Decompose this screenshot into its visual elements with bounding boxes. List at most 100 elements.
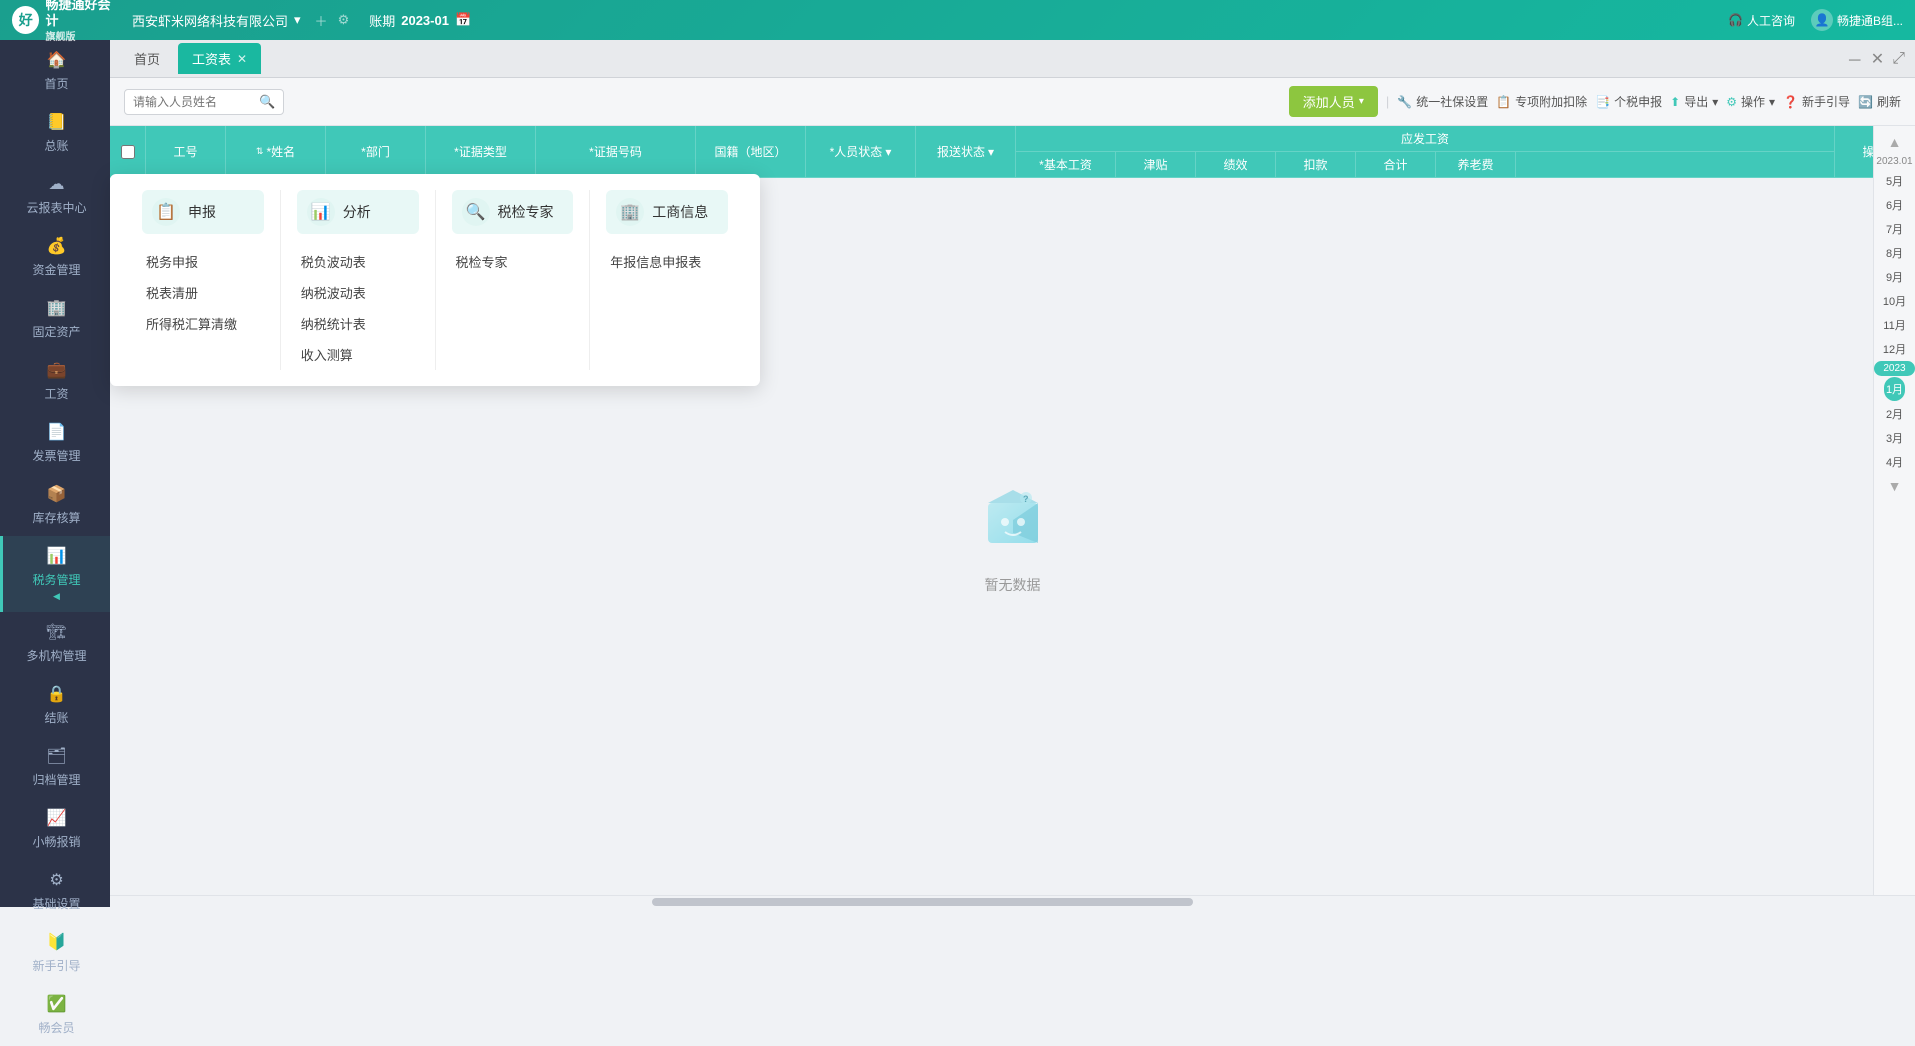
dropdown-section-analysis: 📊 分析 税负波动表 纳税波动表 纳税统计表 收入测算 [281, 190, 436, 370]
add-person-dropdown-icon: ▾ [1359, 96, 1364, 107]
sidebar-label-assets: 固定资产 [32, 323, 80, 340]
menu-annual-report[interactable]: 年报信息申报表 [606, 246, 728, 277]
menu-tax-dynamic[interactable]: 纳税波动表 [297, 277, 419, 308]
month-4[interactable]: 4月 [1874, 450, 1915, 474]
search-icon[interactable]: 🔍 [259, 94, 275, 110]
sidebar-item-inventory[interactable]: 📦 库存核算 [0, 474, 110, 536]
year-nav-down[interactable]: ▼ [1884, 474, 1906, 498]
month-6[interactable]: 6月 [1874, 193, 1915, 217]
period-display: 账期 2023-01 📅 [369, 11, 471, 30]
window-minimize-icon[interactable]: － [1847, 47, 1863, 71]
window-expand-icon[interactable]: ⤢ [1892, 50, 1905, 68]
sidebar-label-ledger: 总账 [44, 137, 68, 154]
sort-icon: ⇅ [256, 146, 264, 157]
th-idtype: *证据类型 [426, 126, 536, 177]
window-close-icon[interactable]: ✕ [1871, 49, 1884, 69]
app-name: 畅捷通好会计 [45, 0, 122, 28]
month-9[interactable]: 9月 [1874, 265, 1915, 289]
th-status[interactable]: *人员状态 ▾ [806, 126, 916, 177]
select-all-checkbox[interactable] [121, 145, 135, 159]
sidebar-item-assets[interactable]: 🏢 固定资产 [0, 288, 110, 350]
sidebar-label-invoice: 发票管理 [32, 447, 80, 464]
month-2[interactable]: 2月 [1874, 402, 1915, 426]
menu-income-test[interactable]: 收入测算 [297, 339, 419, 370]
sidebar-label-tax: 税务管理 [32, 571, 80, 588]
export-btn[interactable]: ⬆ 导出 ▾ [1670, 93, 1718, 110]
sidebar-item-member[interactable]: ✅ 畅会员 [0, 984, 110, 1046]
sidebar-item-archive[interactable]: 🗂 归档管理 [0, 736, 110, 798]
year-nav-up[interactable]: ▲ [1884, 130, 1906, 154]
sidebar-item-guide[interactable]: 🔰 新手引导 [0, 922, 110, 984]
export-icon: ⬆ [1670, 95, 1680, 109]
tab-salary-table[interactable]: 工资表 ✕ [178, 43, 261, 74]
help-btn[interactable]: 🎧 人工咨询 [1728, 12, 1795, 29]
company-selector[interactable]: 西安虾米网络科技有限公司 ▾ [132, 11, 301, 30]
th-region: 国籍（地区） [696, 126, 806, 177]
sidebar-item-home[interactable]: 🏠 首页 [0, 40, 110, 102]
sidebar-collapse-icon: ◀ [53, 591, 60, 602]
add-company-btn[interactable]: ＋ [315, 11, 328, 30]
month-1[interactable]: 1月 [1884, 377, 1905, 401]
sidebar-item-tax[interactable]: 📊 税务管理 ◀ [0, 536, 110, 612]
th-submit[interactable]: 报送状态 ▾ [916, 126, 1016, 177]
invoice-icon: 📄 [47, 422, 67, 442]
operate-btn[interactable]: ⚙ 操作 ▾ [1726, 93, 1775, 110]
member-icon: ✅ [47, 994, 67, 1014]
add-person-button[interactable]: 添加人员 ▾ [1289, 86, 1378, 117]
tab-home[interactable]: 首页 [120, 43, 174, 74]
month-8[interactable]: 8月 [1874, 241, 1915, 265]
special-deduct-btn[interactable]: 📋 专项附加扣除 [1496, 93, 1587, 110]
sidebar-item-invoice[interactable]: 📄 发票管理 [0, 412, 110, 474]
th-idno: *证据号码 [536, 126, 696, 177]
report-icon: 📈 [47, 808, 67, 828]
sidebar-item-fund[interactable]: 💰 资金管理 [0, 226, 110, 288]
sidebar-item-settings[interactable]: ⚙ 基础设置 [0, 860, 110, 922]
calendar-icon[interactable]: 📅 [455, 12, 471, 28]
wage-sub-headers: *基本工资 津贴 绩效 扣款 合计 养老费 [1016, 152, 1834, 177]
month-7[interactable]: 7月 [1874, 217, 1915, 241]
fund-icon: 💰 [47, 236, 67, 256]
month-11[interactable]: 11月 [1874, 313, 1915, 337]
tax-return-btn[interactable]: 📑 个税申报 [1595, 93, 1662, 110]
menu-tax-expert[interactable]: 税检专家 [452, 246, 574, 277]
refresh-btn[interactable]: 🔄 刷新 [1858, 93, 1901, 110]
sidebar-item-cloud[interactable]: ☁ 云报表中心 [0, 164, 110, 226]
logo-icon: 好 [12, 6, 39, 34]
company-dropdown-icon[interactable]: ▾ [294, 12, 301, 28]
sidebar-label-salary: 工资 [44, 385, 68, 402]
menu-tax-declare[interactable]: 税务申报 [142, 246, 264, 277]
month-12[interactable]: 12月 [1874, 337, 1915, 361]
th-pension: 养老费 [1436, 152, 1516, 177]
tab-close-icon[interactable]: ✕ [237, 52, 247, 66]
sidebar-item-multi[interactable]: 🏗 多机构管理 [0, 612, 110, 674]
sidebar-item-salary[interactable]: 💼 工资 [0, 350, 110, 412]
analysis-header-icon: 📊 [307, 198, 335, 226]
th-checkbox[interactable] [110, 126, 146, 177]
horizontal-scrollbar[interactable] [110, 895, 1915, 907]
sidebar-item-close[interactable]: 🔒 结账 [0, 674, 110, 736]
scroll-thumb[interactable] [652, 898, 1194, 906]
month-5[interactable]: 5月 [1874, 169, 1915, 193]
user-menu[interactable]: 👤 畅捷通B组... [1811, 9, 1903, 31]
year-2023-marker: 2023 [1874, 361, 1915, 376]
menu-tax-stat[interactable]: 纳税统计表 [297, 308, 419, 339]
month-10[interactable]: 10月 [1874, 289, 1915, 313]
settings-icon[interactable]: ⚙ [338, 12, 350, 28]
menu-tax-burden[interactable]: 税负波动表 [297, 246, 419, 277]
social-security-btn[interactable]: 🔧 统一社保设置 [1397, 93, 1488, 110]
sidebar-item-ledger[interactable]: 📒 总账 [0, 102, 110, 164]
special-deduct-icon: 📋 [1496, 95, 1511, 109]
th-base-wage: *基本工资 [1016, 152, 1116, 177]
search-input[interactable] [133, 95, 253, 109]
th-id: 工号 [146, 126, 226, 177]
year-sidebar: ▲ 2023.01 5月 6月 7月 8月 9月 10月 11月 12月 202… [1873, 126, 1915, 895]
new-guide-btn[interactable]: ❓ 新手引导 [1783, 93, 1850, 110]
menu-tax-table[interactable]: 税表清册 [142, 277, 264, 308]
th-name[interactable]: ⇅ *姓名 [226, 126, 326, 177]
dropdown-header-expert: 🔍 税检专家 [452, 190, 574, 234]
sidebar-item-report[interactable]: 📈 小畅报销 [0, 798, 110, 860]
assets-icon: 🏢 [47, 298, 67, 318]
svg-text:?: ? [1023, 494, 1029, 504]
menu-income-calc[interactable]: 所得税汇算清缴 [142, 308, 264, 339]
month-3[interactable]: 3月 [1874, 426, 1915, 450]
